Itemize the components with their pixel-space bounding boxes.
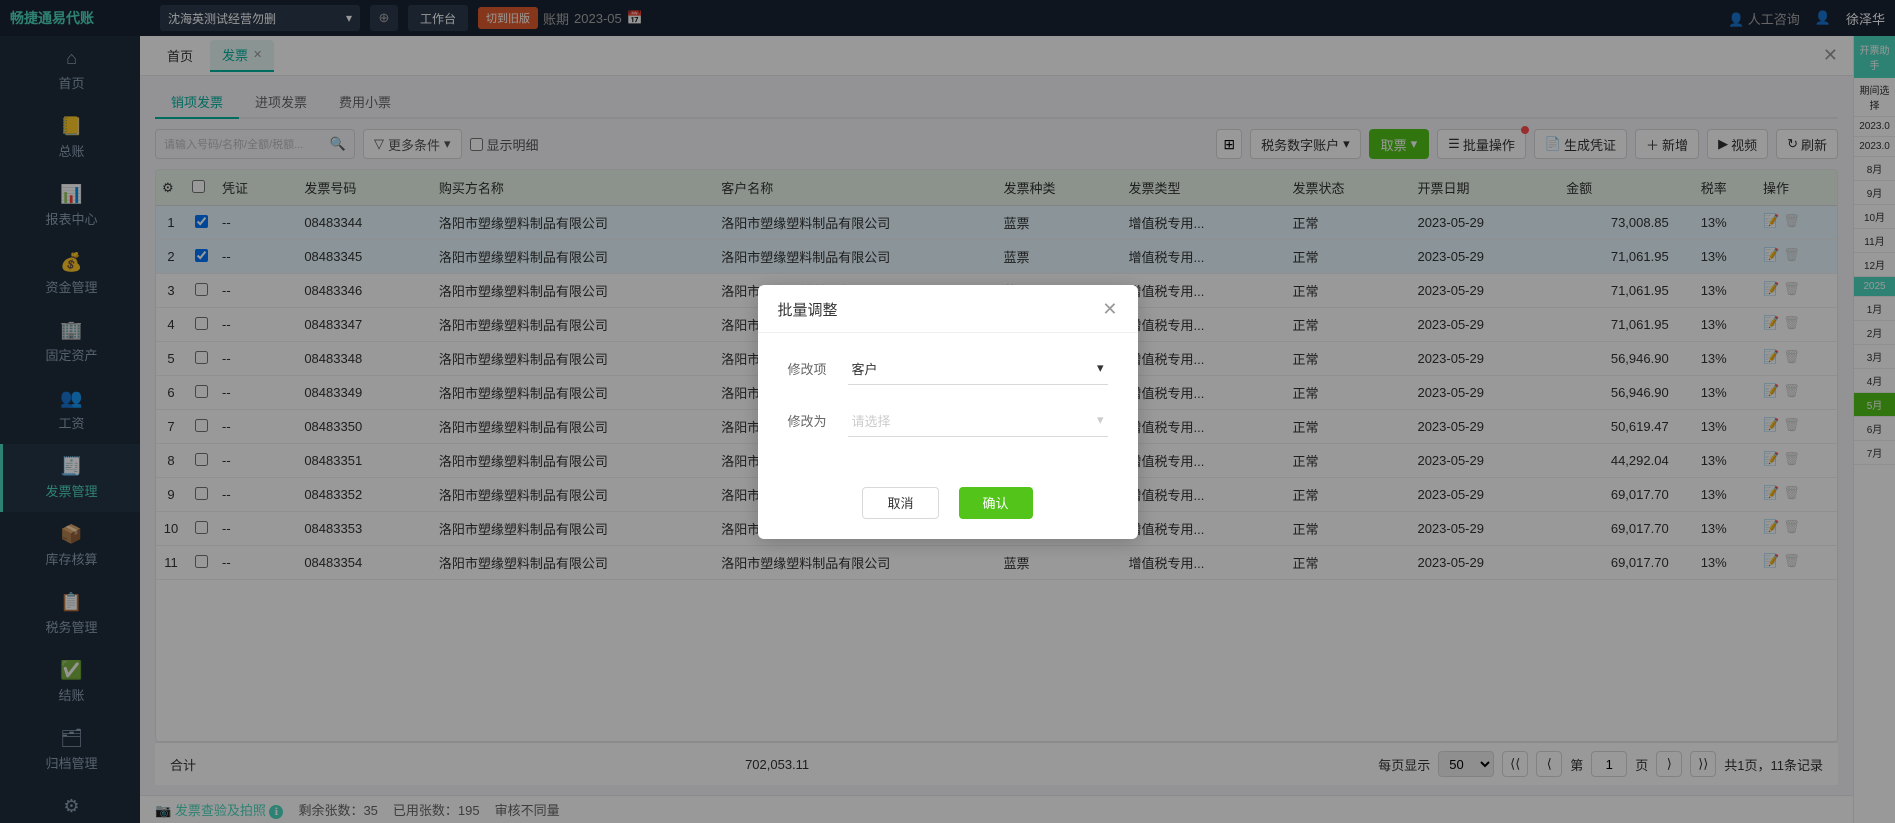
form-row-change: 修改为 请选择 ▾ <box>788 405 1108 437</box>
change-select[interactable]: 请选择 ▾ <box>848 405 1108 437</box>
modal-header: 批量调整 ✕ <box>758 285 1138 333</box>
modal-overlay[interactable]: 批量调整 ✕ 修改项 客户 ▾ 修改为 请选择 ▾ 取消 确认 <box>0 0 1895 823</box>
modal-title: 批量调整 <box>778 299 838 320</box>
change-chevron-icon: ▾ <box>1097 412 1104 428</box>
modal-confirm-button[interactable]: 确认 <box>959 487 1033 519</box>
modal-footer: 取消 确认 <box>758 477 1138 539</box>
form-field-label: 修改项 <box>788 359 848 378</box>
field-select[interactable]: 客户 ▾ <box>848 353 1108 385</box>
batch-adjust-modal: 批量调整 ✕ 修改项 客户 ▾ 修改为 请选择 ▾ 取消 确认 <box>758 285 1138 539</box>
modal-body: 修改项 客户 ▾ 修改为 请选择 ▾ <box>758 333 1138 477</box>
change-placeholder: 请选择 <box>852 411 891 430</box>
field-value: 客户 <box>852 359 878 378</box>
field-chevron-icon: ▾ <box>1097 360 1104 376</box>
form-row-field: 修改项 客户 ▾ <box>788 353 1108 385</box>
form-change-label: 修改为 <box>788 411 848 430</box>
modal-close-button[interactable]: ✕ <box>1102 300 1117 318</box>
modal-cancel-button[interactable]: 取消 <box>862 487 938 519</box>
